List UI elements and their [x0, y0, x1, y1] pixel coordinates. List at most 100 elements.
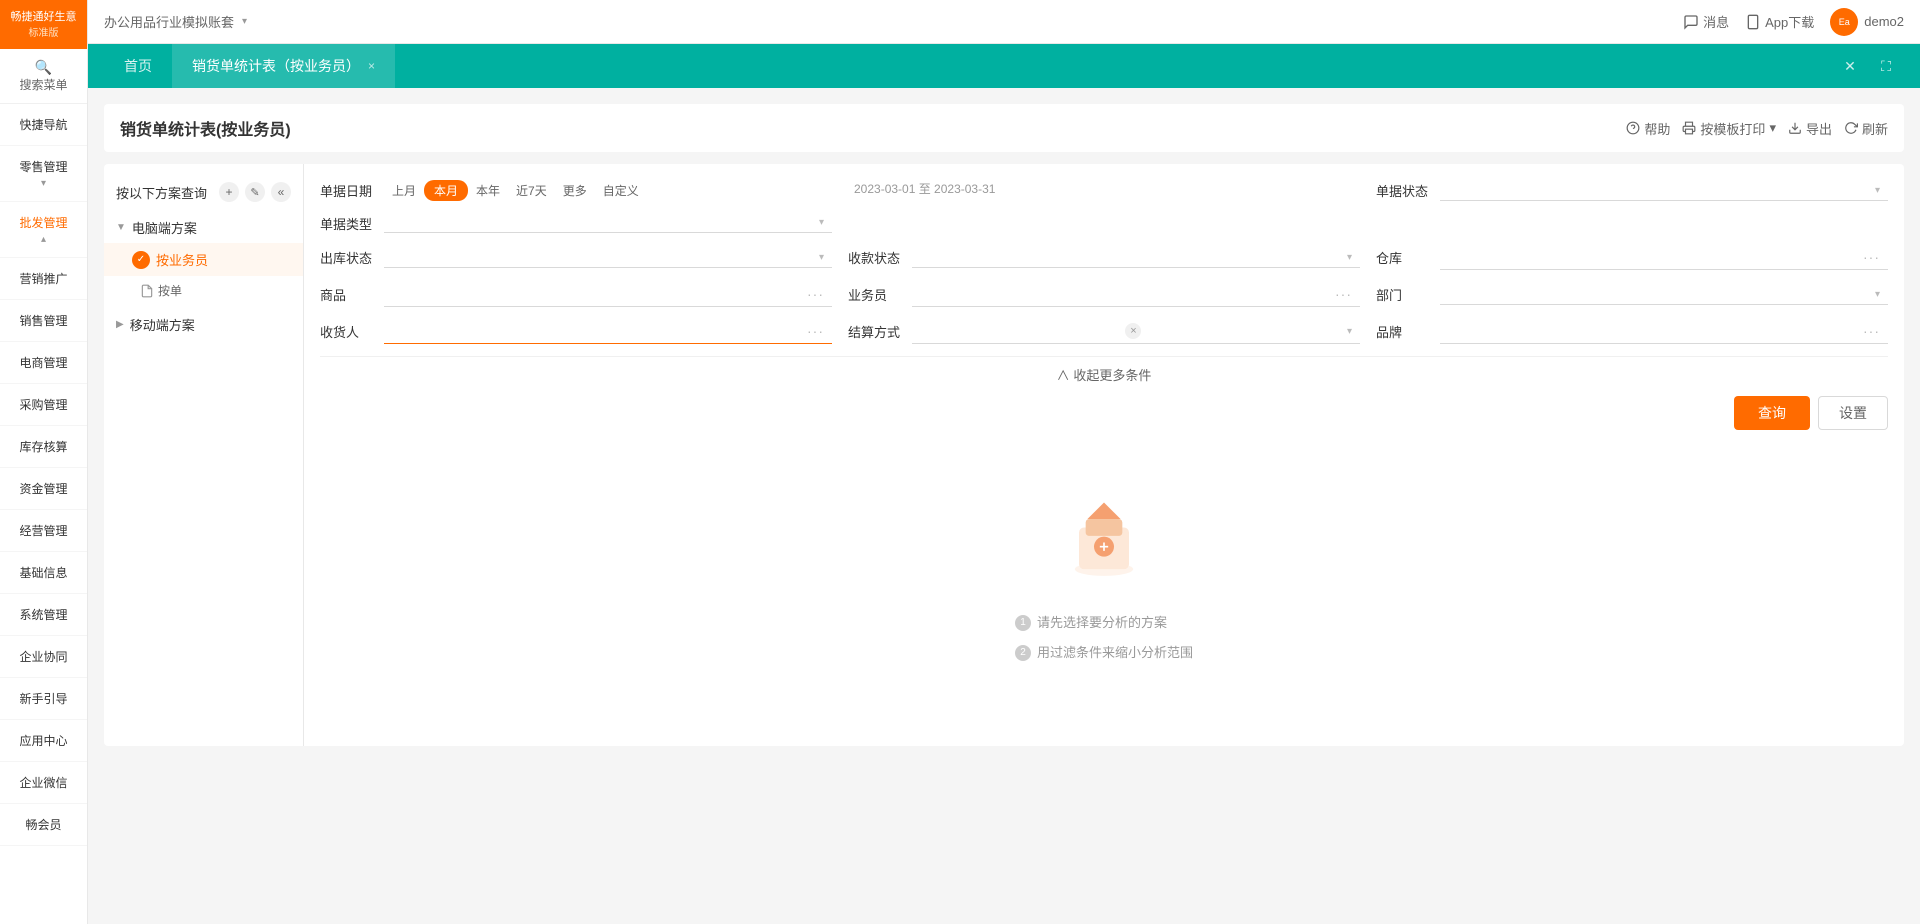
active-scheme-icon: ✓	[132, 251, 150, 269]
date-7days-btn[interactable]: 近7天	[508, 180, 555, 201]
hint-text-2: 用过滤条件来缩小分析范围	[1037, 640, 1193, 666]
dept-input[interactable]: ▾	[1440, 285, 1888, 305]
date-this-month-btn[interactable]: 本月	[424, 180, 468, 201]
print-action[interactable]: 按模板打印 ▾	[1682, 119, 1776, 138]
sidebar-item-finance[interactable]: 资金管理	[0, 468, 87, 510]
mobile-scheme-group: ▶ 移动端方案	[104, 309, 303, 340]
bill-status-filter: 单据状态 ▾	[1376, 180, 1888, 201]
tab-home[interactable]: 首页	[104, 44, 172, 88]
query-button[interactable]: 查询	[1734, 396, 1810, 430]
date-more-btn[interactable]: 更多	[555, 180, 595, 201]
sidebar-item-purchase[interactable]: 采购管理	[0, 384, 87, 426]
date-prev-month-btn[interactable]: 上月	[384, 180, 424, 201]
bill-type-label: 单据类型	[320, 214, 376, 233]
maximize-window-button[interactable]: ⛶	[1872, 52, 1900, 80]
dept-label: 部门	[1376, 285, 1432, 304]
bill-type-input[interactable]: ▾	[384, 213, 832, 233]
sidebar-item-guide[interactable]: 新手引导	[0, 678, 87, 720]
dept-filter: 部门 ▾	[1376, 282, 1888, 307]
sidebar-item-cooperation[interactable]: 企业协同	[0, 636, 87, 678]
salesperson-input[interactable]: ···	[912, 282, 1360, 307]
wholesale-label: 批发管理	[4, 214, 83, 231]
help-action[interactable]: 帮助	[1626, 119, 1670, 138]
sidebar-item-wxwork[interactable]: 企业微信	[0, 762, 87, 804]
out-status-caret: ▾	[819, 252, 824, 263]
goods-label: 商品	[320, 285, 376, 304]
marketing-label: 营销推广	[4, 270, 83, 287]
topbar-right: 消息 App下载 Ea demo2	[1683, 8, 1904, 36]
app-download-icon[interactable]: App下载	[1745, 12, 1814, 31]
desktop-group-title[interactable]: ▼ 电脑端方案	[104, 212, 303, 243]
bill-status-caret: ▾	[1875, 185, 1880, 196]
tab-bar: 首页 销货单统计表（按业务员） × ✕ ⛶	[88, 44, 1920, 88]
receipt-status-input[interactable]: ▾	[912, 248, 1360, 268]
date-range-text: 2023-03-01 至 2023-03-31	[854, 182, 995, 196]
receiver-input[interactable]: ···	[384, 319, 832, 344]
bill-type-caret: ▾	[819, 217, 824, 228]
sidebar-item-retail[interactable]: 零售管理 ▾	[0, 146, 87, 202]
warehouse-dots: ···	[1863, 249, 1880, 265]
payment-caret: ▾	[1347, 326, 1352, 337]
app-dropdown-arrow[interactable]: ▾	[242, 16, 247, 27]
sub-scheme-item-bill[interactable]: 按单	[104, 276, 303, 305]
salesperson-dots: ···	[1335, 286, 1352, 302]
close-window-button[interactable]: ✕	[1836, 52, 1864, 80]
logo-text: 畅捷通好生意	[6, 10, 81, 24]
edit-scheme-button[interactable]: ✎	[245, 182, 265, 202]
scheme-item-salesperson[interactable]: ✓ 按业务员	[104, 243, 303, 276]
receipt-status-caret: ▾	[1347, 252, 1352, 263]
user-avatar[interactable]: Ea demo2	[1830, 8, 1904, 36]
retail-label: 零售管理	[4, 158, 83, 175]
payment-input[interactable]: × ▾	[912, 319, 1360, 344]
dept-caret: ▾	[1875, 289, 1880, 300]
finance-label: 资金管理	[4, 480, 83, 497]
mobile-group-title[interactable]: ▶ 移动端方案	[104, 309, 303, 340]
settings-button[interactable]: 设置	[1818, 396, 1888, 430]
bill-status-input[interactable]: ▾	[1440, 181, 1888, 201]
content-area: 销货单统计表(按业务员) 帮助 按模板打印 ▾ 导出 刷新	[88, 88, 1920, 924]
warehouse-label: 仓库	[1376, 248, 1432, 267]
logo[interactable]: 畅捷通好生意 标准版	[0, 0, 87, 49]
sidebar-item-basic[interactable]: 基础信息	[0, 552, 87, 594]
help-label: 帮助	[1644, 119, 1670, 138]
brand-input[interactable]: ···	[1440, 319, 1888, 344]
tab-close-icon[interactable]: ×	[368, 59, 375, 73]
date-this-year-btn[interactable]: 本年	[468, 180, 508, 201]
sidebar-item-system[interactable]: 系统管理	[0, 594, 87, 636]
refresh-action[interactable]: 刷新	[1844, 119, 1888, 138]
sub-scheme-label: 按单	[158, 282, 182, 299]
message-icon[interactable]: 消息	[1683, 12, 1729, 31]
date-custom-btn[interactable]: 自定义	[595, 180, 647, 201]
mobile-group-label: 移动端方案	[130, 315, 195, 334]
sidebar-item-operation[interactable]: 经营管理	[0, 510, 87, 552]
topbar: 办公用品行业模拟账套 ▾ 消息 App下载 Ea demo2	[88, 0, 1920, 44]
desktop-scheme-group: ▼ 电脑端方案 ✓ 按业务员 按单	[104, 212, 303, 305]
collapse-panel-button[interactable]: «	[271, 182, 291, 202]
sidebar-item-wholesale[interactable]: 批发管理 ▴	[0, 202, 87, 258]
avatar-circle: Ea	[1830, 8, 1858, 36]
wxwork-label: 企业微信	[4, 774, 83, 791]
goods-input[interactable]: ···	[384, 282, 832, 307]
date-label: 单据日期	[320, 181, 376, 200]
sidebar-item-marketing[interactable]: 营销推广	[0, 258, 87, 300]
export-action[interactable]: 导出	[1788, 119, 1832, 138]
sidebar-item-appcenter[interactable]: 应用中心	[0, 720, 87, 762]
brand-dots: ···	[1863, 323, 1880, 339]
sidebar-item-shortcut[interactable]: 快捷导航	[0, 104, 87, 146]
right-panel: 单据日期 上月 本月 本年 近7天 更多 自定义 2023-03-01 至 20…	[304, 164, 1904, 746]
warehouse-filter: 仓库 ···	[1376, 245, 1888, 270]
collapse-more-row[interactable]: ∧ 收起更多条件	[320, 356, 1888, 388]
sidebar-item-member[interactable]: 畅会员	[0, 804, 87, 846]
warehouse-input[interactable]: ···	[1440, 245, 1888, 270]
print-dropdown-arrow[interactable]: ▾	[1769, 120, 1776, 136]
empty-hint-1: 1 请先选择要分析的方案 2 用过滤条件来缩小分析范围	[1015, 610, 1193, 670]
add-scheme-button[interactable]: +	[219, 182, 239, 202]
ecommerce-label: 电商管理	[4, 354, 83, 371]
sidebar-item-ecommerce[interactable]: 电商管理	[0, 342, 87, 384]
sidebar-item-sales[interactable]: 销售管理	[0, 300, 87, 342]
out-status-input[interactable]: ▾	[384, 248, 832, 268]
payment-clear-btn[interactable]: ×	[1125, 323, 1141, 339]
tab-current[interactable]: 销货单统计表（按业务员） ×	[172, 44, 395, 88]
sidebar-item-stock[interactable]: 库存核算	[0, 426, 87, 468]
sidebar-item-search[interactable]: 🔍 搜索菜单	[0, 49, 87, 104]
